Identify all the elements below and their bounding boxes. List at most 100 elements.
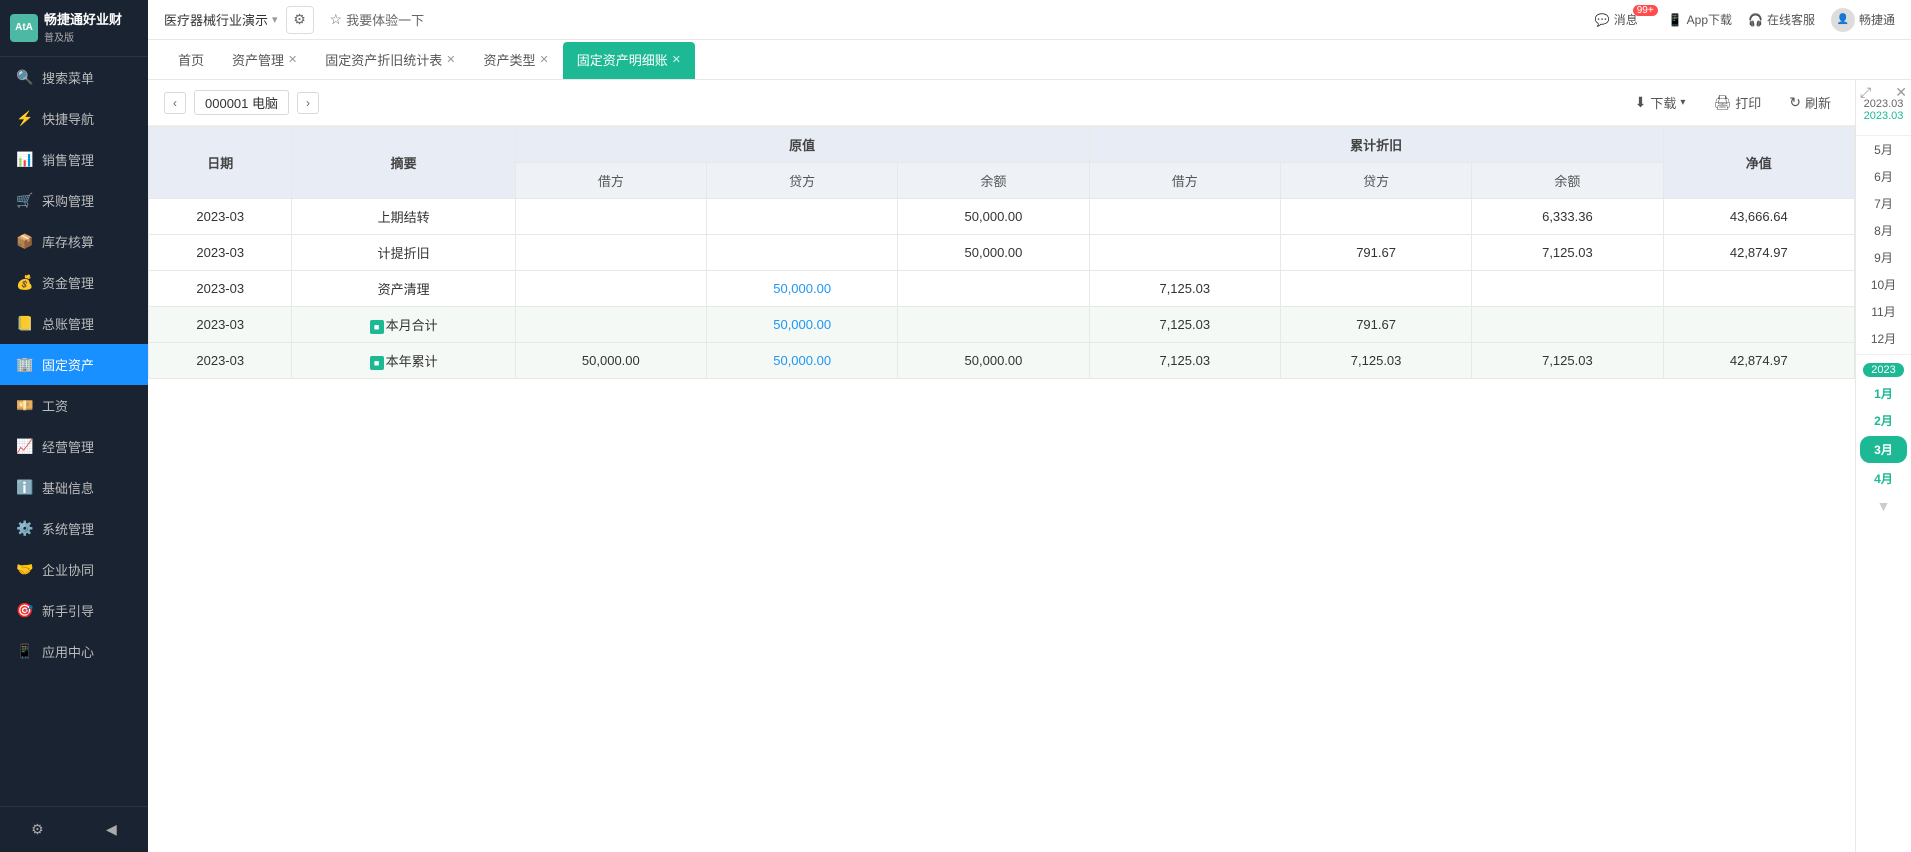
- timeline-month[interactable]: 4月: [1856, 465, 1911, 492]
- cell-date: 2023-03: [149, 343, 292, 379]
- sidebar-item-sales[interactable]: 📊 销售管理: [0, 139, 148, 180]
- timeline-month[interactable]: 6月: [1856, 163, 1911, 190]
- timeline-down-nav[interactable]: ▼: [1856, 492, 1911, 520]
- cell-balance: 50,000.00: [898, 199, 1089, 235]
- tab-asset-detail[interactable]: 固定资产明细账 ✕: [563, 42, 695, 79]
- header-settings-btn[interactable]: ⚙: [286, 6, 314, 34]
- refresh-icon: ↻: [1789, 94, 1801, 111]
- cell-net-value: 42,874.97: [1663, 343, 1854, 379]
- sidebar-nav: 🔍 搜索菜单 ⚡ 快捷导航 📊 销售管理 🛒 采购管理 📦 库存核算 💰 资金管…: [0, 57, 148, 806]
- tab-close-asset-type[interactable]: ✕: [540, 53, 549, 66]
- tab-asset-type[interactable]: 资产类型 ✕: [469, 42, 562, 79]
- timeline-close-btn[interactable]: ✕: [1895, 84, 1907, 101]
- cell-debit: [515, 271, 706, 307]
- table-row: 2023-03 上期结转 50,000.00 6,333.36 43,666.6…: [149, 199, 1855, 235]
- headset-icon: 🎧: [1748, 13, 1763, 27]
- main-panel: ‹ 000001 电脑 › ⬇ 下载 ▾ 🖨 打印 ↻: [148, 80, 1855, 852]
- tag-icon: ■: [370, 356, 384, 370]
- sidebar-item-fixed-assets[interactable]: 🏢 固定资产: [0, 344, 148, 385]
- col-header-memo: 摘要: [292, 127, 515, 199]
- timeline-month[interactable]: 10月: [1856, 271, 1911, 298]
- timeline-months-2023: 1月2月3月4月: [1856, 380, 1911, 492]
- print-btn[interactable]: 🖨 打印: [1705, 89, 1769, 116]
- user-action[interactable]: 👤 畅捷通: [1831, 8, 1895, 32]
- message-action[interactable]: 💬 消息 99+: [1595, 11, 1652, 28]
- main-content: 医疗器械行业演示 ▾ ⚙ ☆ 我要体验一下 💬 消息 99+ 📱 App下载 🎧…: [148, 0, 1911, 852]
- sidebar-item-quick-nav[interactable]: ⚡ 快捷导航: [0, 98, 148, 139]
- timeline-month[interactable]: 1月: [1856, 380, 1911, 407]
- download-btn[interactable]: ⬇ 下载 ▾: [1627, 89, 1694, 116]
- cell-acc-balance: [1472, 307, 1663, 343]
- timeline-month[interactable]: 5月: [1856, 136, 1911, 163]
- cell-net-value: 43,666.64: [1663, 199, 1854, 235]
- year-badge: 2023: [1863, 363, 1903, 377]
- asset-detail-table: 日期 摘要 原值 累计折旧 净值 借方 贷方 余额 借方 贷方 余额: [148, 126, 1855, 379]
- sidebar-item-inventory[interactable]: 📦 库存核算: [0, 221, 148, 262]
- timeline-month[interactable]: 12月: [1856, 325, 1911, 352]
- sidebar-item-purchase[interactable]: 🛒 采购管理: [0, 180, 148, 221]
- next-asset-btn[interactable]: ›: [297, 92, 319, 114]
- payroll-icon: 💴: [16, 396, 34, 414]
- cell-debit: [515, 199, 706, 235]
- cell-memo: ■本月合计: [292, 307, 515, 343]
- prev-asset-btn[interactable]: ‹: [164, 92, 186, 114]
- sidebar-item-ledger[interactable]: 📒 总账管理: [0, 303, 148, 344]
- sidebar-item-payroll[interactable]: 💴 工资: [0, 385, 148, 426]
- sidebar-item-app-center[interactable]: 📱 应用中心: [0, 631, 148, 672]
- company-selector[interactable]: 医疗器械行业演示 ▾: [164, 10, 278, 29]
- avatar: 👤: [1831, 8, 1855, 32]
- cell-acc-debit: [1089, 235, 1280, 271]
- timeline-month[interactable]: 11月: [1856, 298, 1911, 325]
- app-download-action[interactable]: 📱 App下载: [1668, 11, 1732, 28]
- sidebar-settings-btn[interactable]: ⚙: [25, 815, 50, 844]
- sidebar-item-basic-info[interactable]: ℹ️ 基础信息: [0, 467, 148, 508]
- sidebar-item-search[interactable]: 🔍 搜索菜单: [0, 57, 148, 98]
- try-experience-btn[interactable]: ☆ 我要体验一下: [322, 6, 433, 33]
- chevron-down-icon: ▾: [1680, 97, 1685, 108]
- cell-credit: 50,000.00: [707, 343, 898, 379]
- sidebar-item-system[interactable]: ⚙️ 系统管理: [0, 508, 148, 549]
- sidebar-item-guide[interactable]: 🎯 新手引导: [0, 590, 148, 631]
- cart-icon: 🛒: [16, 191, 34, 209]
- tab-close-asset-mgmt[interactable]: ✕: [288, 53, 297, 66]
- tab-close-depreciation-stats[interactable]: ✕: [446, 53, 455, 66]
- timeline-panel: ✕ ⤢ 2023.03 2023.03 5月6月7月8月9月10月11月12月 …: [1855, 80, 1911, 852]
- timeline-month[interactable]: 7月: [1856, 190, 1911, 217]
- cell-acc-balance: 6,333.36: [1472, 199, 1663, 235]
- timeline-expand-btn[interactable]: ⤢: [1860, 84, 1871, 101]
- online-service-action[interactable]: 🎧 在线客服: [1748, 11, 1815, 28]
- cell-acc-balance: 7,125.03: [1472, 235, 1663, 271]
- cell-credit: [707, 199, 898, 235]
- col-header-date: 日期: [149, 127, 292, 199]
- cell-credit: [707, 235, 898, 271]
- top-header: 医疗器械行业演示 ▾ ⚙ ☆ 我要体验一下 💬 消息 99+ 📱 App下载 🎧…: [148, 0, 1911, 40]
- refresh-btn[interactable]: ↻ 刷新: [1781, 89, 1839, 116]
- timeline-month[interactable]: 9月: [1856, 244, 1911, 271]
- tab-depreciation-stats[interactable]: 固定资产折旧统计表 ✕: [311, 42, 469, 79]
- col-header-debit: 借方: [515, 163, 706, 199]
- timeline-month[interactable]: 3月: [1860, 436, 1907, 463]
- content-area: ‹ 000001 电脑 › ⬇ 下载 ▾ 🖨 打印 ↻: [148, 80, 1911, 852]
- timeline-month[interactable]: 2月: [1856, 407, 1911, 434]
- timeline-month[interactable]: 8月: [1856, 217, 1911, 244]
- table-row: 2023-03 ■本年累计 50,000.00 50,000.00 50,000…: [149, 343, 1855, 379]
- tab-home[interactable]: 首页: [164, 42, 218, 79]
- sidebar-item-operations[interactable]: 📈 经营管理: [0, 426, 148, 467]
- star-icon: ☆: [330, 11, 343, 28]
- asset-code-tag: 000001 电脑: [194, 90, 289, 115]
- print-icon: 🖨: [1713, 94, 1731, 111]
- sidebar-item-finance[interactable]: 💰 资金管理: [0, 262, 148, 303]
- cell-acc-debit: 7,125.03: [1089, 271, 1280, 307]
- guide-icon: 🎯: [16, 601, 34, 619]
- sidebar-item-cooperation[interactable]: 🤝 企业协同: [0, 549, 148, 590]
- sidebar-collapse-btn[interactable]: ◀: [100, 815, 123, 844]
- col-group-original: 原值: [515, 127, 1089, 163]
- col-header-net-value: 净值: [1663, 127, 1854, 199]
- ledger-icon: 📒: [16, 314, 34, 332]
- tab-close-asset-detail[interactable]: ✕: [672, 53, 681, 66]
- timeline-months-before: 5月6月7月8月9月10月11月12月: [1856, 136, 1911, 352]
- cell-date: 2023-03: [149, 199, 292, 235]
- tab-asset-mgmt[interactable]: 资产管理 ✕: [218, 42, 311, 79]
- gear-icon: ⚙️: [16, 519, 34, 537]
- cell-acc-debit: 7,125.03: [1089, 343, 1280, 379]
